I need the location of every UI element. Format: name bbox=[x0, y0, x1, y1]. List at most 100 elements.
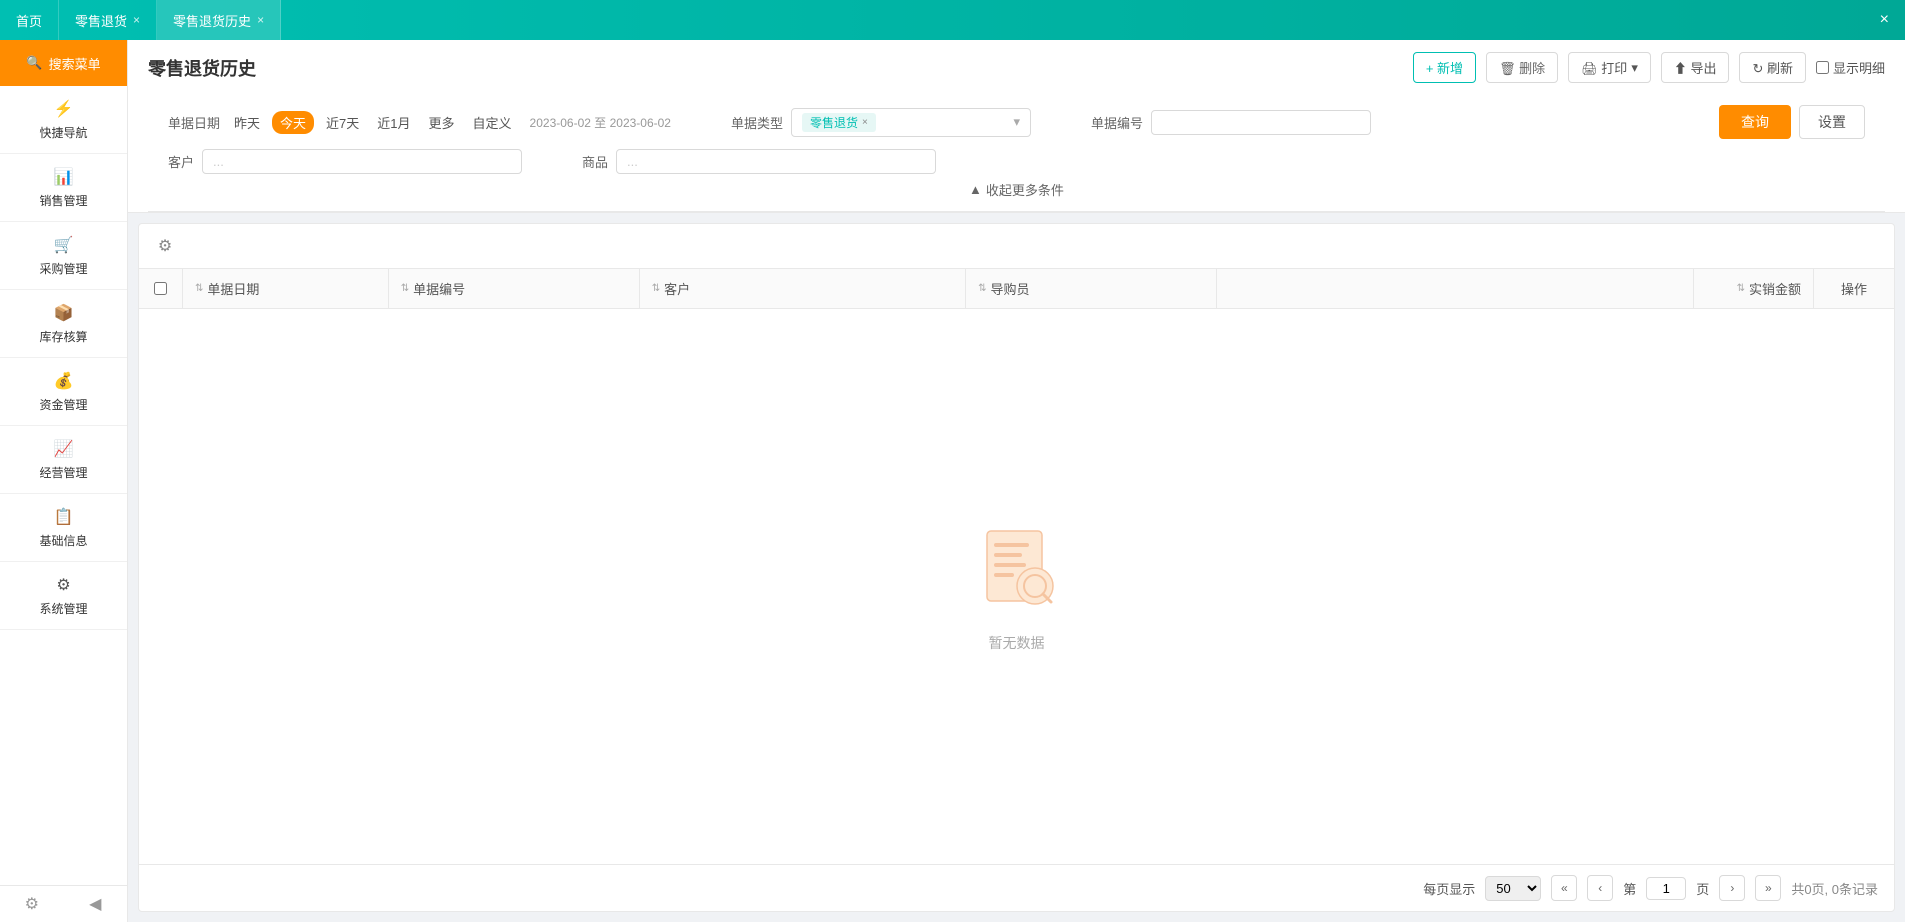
type-filter-label: 单据类型 bbox=[731, 113, 783, 132]
sidebar-item-system[interactable]: ⚙ 系统管理 bbox=[0, 562, 127, 630]
sidebar-item-label: 系统管理 bbox=[39, 600, 87, 617]
goods-placeholder: ... bbox=[627, 154, 638, 169]
th-spacer bbox=[1217, 269, 1694, 308]
tab-retail-return[interactable]: 零售退货 × bbox=[59, 0, 157, 40]
th-guide-label: 导购员 bbox=[990, 279, 1029, 298]
sidebar-item-operations[interactable]: 📈 经营管理 bbox=[0, 426, 127, 494]
total-info: 共0页, 0条记录 bbox=[1791, 879, 1878, 898]
date-custom-btn[interactable]: 自定义 bbox=[467, 111, 518, 134]
first-page-button[interactable]: « bbox=[1551, 875, 1577, 901]
pagination-bar: 每页显示 50 10 20 100 « ‹ 第 页 › » 共0页, 0条记录 bbox=[139, 864, 1894, 911]
table-container: ⚙ ⇅ 单据日期 ⇅ 单据编号 ⇅ 客户 bbox=[138, 223, 1895, 912]
sidebar-item-purchase[interactable]: 🛒 采购管理 bbox=[0, 222, 127, 290]
filter-area: 单据日期 昨天 今天 近7天 近1月 更多 自定义 2023-06-02 至 2… bbox=[148, 93, 1885, 212]
sort-icon: ⇅ bbox=[652, 283, 660, 294]
sort-icon: ⇅ bbox=[195, 283, 203, 294]
quick-nav-icon: ⚡ bbox=[53, 98, 75, 120]
th-date-label: 单据日期 bbox=[207, 279, 259, 298]
sidebar-item-label: 资金管理 bbox=[39, 396, 87, 413]
tab-retail-return-history-close[interactable]: × bbox=[257, 13, 264, 27]
customer-filter-input[interactable]: ... bbox=[202, 149, 522, 174]
show-detail-checkbox-label[interactable]: 显示明细 bbox=[1816, 58, 1885, 77]
tab-home[interactable]: 首页 bbox=[0, 0, 59, 40]
page-title-row: 零售退货历史 + 新增 🗑 删除 🖨 打印 ▾ ⬆ 导出 bbox=[148, 52, 1885, 83]
sidebar-search-label: 搜索菜单 bbox=[49, 54, 101, 73]
search-icon: 🔍 bbox=[26, 55, 42, 71]
table-toolbar: ⚙ bbox=[139, 224, 1894, 269]
window-close-button[interactable]: × bbox=[1880, 11, 1889, 29]
gear-icon: ⚙ bbox=[25, 894, 39, 914]
th-action-label: 操作 bbox=[1841, 279, 1867, 298]
date-1month-btn[interactable]: 近1月 bbox=[371, 111, 416, 134]
table-settings-icon: ⚙ bbox=[158, 236, 172, 256]
filter-row-1: 单据日期 昨天 今天 近7天 近1月 更多 自定义 2023-06-02 至 2… bbox=[168, 105, 1865, 139]
sidebar-item-label: 销售管理 bbox=[39, 192, 87, 209]
refresh-button[interactable]: ↻ 刷新 bbox=[1739, 52, 1806, 83]
table-settings-button[interactable]: ⚙ bbox=[151, 232, 179, 260]
chevron-down-icon: ▾ bbox=[1631, 60, 1638, 76]
sidebar-collapse-button[interactable]: ◀ bbox=[64, 894, 128, 914]
th-amount[interactable]: ⇅ 实销金额 bbox=[1694, 269, 1814, 308]
date-more-btn[interactable]: 更多 bbox=[423, 111, 461, 134]
tab-list: 首页 零售退货 × 零售退货历史 × bbox=[0, 0, 281, 40]
sidebar-item-label: 快捷导航 bbox=[39, 124, 87, 141]
query-button[interactable]: 查询 bbox=[1719, 105, 1791, 139]
finance-icon: 💰 bbox=[53, 370, 75, 392]
new-button-label: + 新增 bbox=[1426, 58, 1463, 77]
page-label-suffix: 页 bbox=[1696, 879, 1709, 898]
date-today-btn[interactable]: 今天 bbox=[272, 111, 314, 134]
show-detail-label: 显示明细 bbox=[1833, 58, 1885, 77]
type-tag-close[interactable]: × bbox=[862, 117, 868, 128]
th-guide[interactable]: ⇅ 导购员 bbox=[966, 269, 1217, 308]
empty-icon bbox=[967, 521, 1067, 621]
per-page-label: 每页显示 bbox=[1423, 879, 1475, 898]
sidebar-item-inventory[interactable]: 📦 库存核算 bbox=[0, 290, 127, 358]
last-page-button[interactable]: » bbox=[1755, 875, 1781, 901]
date-filter-label: 单据日期 bbox=[168, 113, 220, 132]
filter-row-2: 客户 ... 商品 ... bbox=[168, 149, 1865, 174]
sidebar-item-quick-nav[interactable]: ⚡ 快捷导航 bbox=[0, 86, 127, 154]
date-yesterday-btn[interactable]: 昨天 bbox=[228, 111, 266, 134]
date-range-display: 2023-06-02 至 2023-06-02 bbox=[530, 114, 671, 131]
sidebar-item-label: 库存核算 bbox=[39, 328, 87, 345]
th-no[interactable]: ⇅ 单据编号 bbox=[389, 269, 640, 308]
tab-retail-return-close[interactable]: × bbox=[133, 13, 140, 27]
print-button[interactable]: 🖨 打印 ▾ bbox=[1568, 52, 1651, 83]
settings-button[interactable]: 设置 bbox=[1799, 105, 1865, 139]
collapse-button[interactable]: ▲ 收起更多条件 bbox=[969, 180, 1064, 199]
top-bar: 首页 零售退货 × 零售退货历史 × × bbox=[0, 0, 1905, 40]
export-button-label: ⬆ 导出 bbox=[1674, 58, 1717, 77]
customer-placeholder: ... bbox=[213, 154, 224, 169]
sidebar-settings-button[interactable]: ⚙ bbox=[0, 894, 64, 914]
refresh-button-label: ↻ 刷新 bbox=[1752, 58, 1793, 77]
tab-retail-return-history-label: 零售退货历史 bbox=[173, 11, 251, 30]
sidebar-item-finance[interactable]: 💰 资金管理 bbox=[0, 358, 127, 426]
prev-page-button[interactable]: ‹ bbox=[1587, 875, 1613, 901]
new-button[interactable]: + 新增 bbox=[1413, 52, 1476, 83]
show-detail-checkbox[interactable] bbox=[1816, 61, 1829, 74]
th-date[interactable]: ⇅ 单据日期 bbox=[183, 269, 389, 308]
sidebar-item-sales[interactable]: 📊 销售管理 bbox=[0, 154, 127, 222]
th-action: 操作 bbox=[1814, 269, 1894, 308]
export-button[interactable]: ⬆ 导出 bbox=[1661, 52, 1730, 83]
tab-retail-return-history[interactable]: 零售退货历史 × bbox=[157, 0, 281, 40]
goods-filter-input[interactable]: ... bbox=[616, 149, 936, 174]
date-7days-btn[interactable]: 近7天 bbox=[320, 111, 365, 134]
per-page-select[interactable]: 50 10 20 100 bbox=[1485, 876, 1541, 901]
sort-icon: ⇅ bbox=[1737, 283, 1745, 294]
collapse-up-icon: ▲ bbox=[969, 182, 982, 197]
sidebar-item-base-info[interactable]: 📋 基础信息 bbox=[0, 494, 127, 562]
main-layout: 🔍 搜索菜单 ⚡ 快捷导航 📊 销售管理 🛒 采购管理 📦 库存核算 💰 资金管… bbox=[0, 40, 1905, 922]
content-area: 零售退货历史 + 新增 🗑 删除 🖨 打印 ▾ ⬆ 导出 bbox=[128, 40, 1905, 922]
no-filter-input[interactable] bbox=[1151, 110, 1371, 135]
sidebar-search[interactable]: 🔍 搜索菜单 bbox=[0, 40, 127, 86]
delete-button[interactable]: 🗑 删除 bbox=[1486, 52, 1558, 83]
page-input[interactable] bbox=[1646, 877, 1686, 900]
next-page-button[interactable]: › bbox=[1719, 875, 1745, 901]
th-amount-label: 实销金额 bbox=[1749, 279, 1801, 298]
type-filter-selector[interactable]: 零售退货 × ▾ bbox=[791, 108, 1031, 137]
collapse-label: 收起更多条件 bbox=[986, 180, 1064, 199]
th-customer[interactable]: ⇅ 客户 bbox=[640, 269, 966, 308]
sidebar-bottom: ⚙ ◀ bbox=[0, 885, 127, 922]
select-all-checkbox[interactable] bbox=[154, 282, 167, 295]
